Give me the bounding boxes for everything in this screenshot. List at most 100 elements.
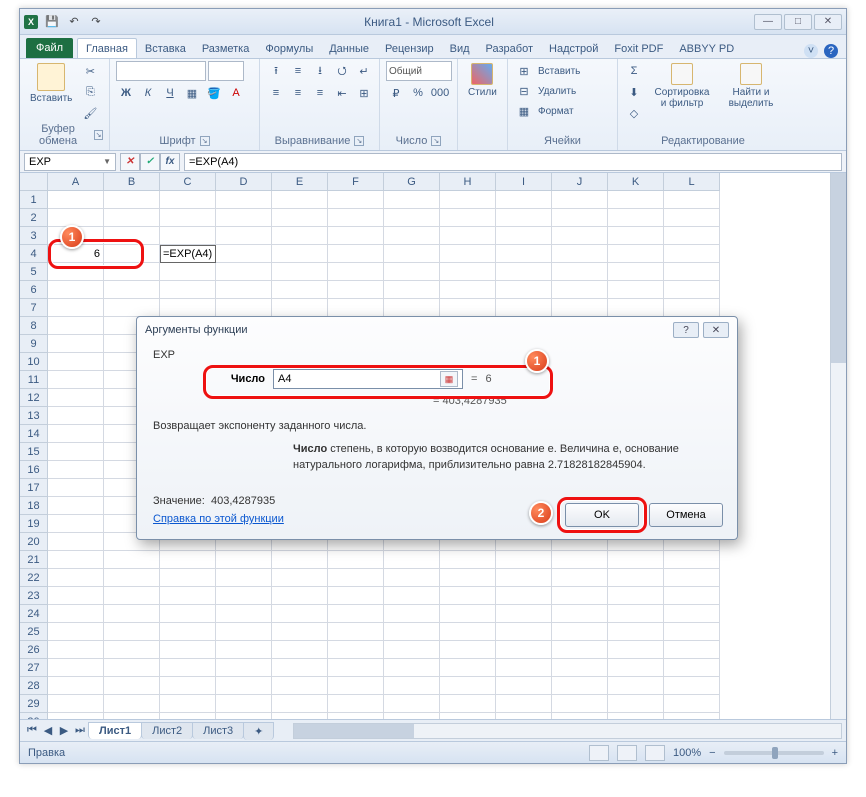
row-header[interactable]: 14 <box>20 425 48 443</box>
cell[interactable] <box>496 587 552 605</box>
range-selector-button[interactable]: ▦ <box>440 371 458 387</box>
cell[interactable] <box>608 551 664 569</box>
cell[interactable] <box>608 605 664 623</box>
copy-button[interactable]: ⎘ <box>80 82 100 102</box>
cell[interactable] <box>272 245 328 263</box>
cell[interactable] <box>160 191 216 209</box>
ok-button[interactable]: OK <box>565 503 639 527</box>
name-box[interactable]: EXP ▼ <box>24 153 116 171</box>
cell[interactable] <box>664 299 720 317</box>
percent-button[interactable]: % <box>408 83 428 103</box>
font-color-button[interactable]: A <box>226 83 246 103</box>
cell[interactable] <box>48 263 104 281</box>
cell[interactable] <box>160 659 216 677</box>
tab-file[interactable]: Файл <box>26 38 73 58</box>
cell[interactable] <box>272 587 328 605</box>
cell[interactable] <box>104 551 160 569</box>
row-header[interactable]: 17 <box>20 479 48 497</box>
row-header[interactable]: 28 <box>20 677 48 695</box>
close-button[interactable]: ✕ <box>814 14 842 30</box>
cell[interactable] <box>48 551 104 569</box>
col-header[interactable]: C <box>160 173 216 191</box>
cell[interactable] <box>328 695 384 713</box>
cell[interactable] <box>552 191 608 209</box>
cell[interactable] <box>104 677 160 695</box>
cell[interactable] <box>440 587 496 605</box>
cell[interactable] <box>440 695 496 713</box>
row-header[interactable]: 20 <box>20 533 48 551</box>
cell[interactable] <box>664 569 720 587</box>
cell[interactable] <box>272 605 328 623</box>
cell[interactable] <box>104 695 160 713</box>
cell[interactable] <box>496 281 552 299</box>
row-header[interactable]: 6 <box>20 281 48 299</box>
row-header[interactable]: 9 <box>20 335 48 353</box>
cell[interactable] <box>440 209 496 227</box>
wrap-button[interactable]: ↵ <box>354 61 374 81</box>
cell[interactable] <box>48 407 104 425</box>
cell[interactable] <box>104 659 160 677</box>
cell[interactable] <box>664 605 720 623</box>
cell[interactable] <box>384 641 440 659</box>
cell[interactable] <box>216 191 272 209</box>
row-header[interactable]: 18 <box>20 497 48 515</box>
cell[interactable] <box>160 641 216 659</box>
tab-home[interactable]: Главная <box>77 38 137 58</box>
number-format-combo[interactable]: Общий <box>386 61 452 81</box>
vertical-scrollbar[interactable] <box>830 173 846 719</box>
row-header[interactable]: 8 <box>20 317 48 335</box>
tab-formulas[interactable]: Формулы <box>257 39 321 58</box>
cell[interactable] <box>272 299 328 317</box>
row-header[interactable]: 5 <box>20 263 48 281</box>
cell[interactable] <box>216 659 272 677</box>
cell[interactable] <box>384 551 440 569</box>
cell[interactable] <box>608 569 664 587</box>
minimize-button[interactable]: — <box>754 14 782 30</box>
cell[interactable] <box>552 659 608 677</box>
cancel-button[interactable]: Отмена <box>649 503 723 527</box>
cell[interactable] <box>440 227 496 245</box>
cell[interactable] <box>216 209 272 227</box>
cell[interactable] <box>496 569 552 587</box>
merge-button[interactable]: ⊞ <box>354 83 374 103</box>
tab-view[interactable]: Вид <box>442 39 478 58</box>
tab-layout[interactable]: Разметка <box>194 39 258 58</box>
zoom-in-button[interactable]: + <box>832 747 838 759</box>
insert-cells-button[interactable]: ⊞ <box>514 61 534 81</box>
cell[interactable] <box>328 569 384 587</box>
arg-number-input[interactable]: A4 ▦ <box>273 369 463 389</box>
maximize-button[interactable]: □ <box>784 14 812 30</box>
styles-button[interactable]: Стили <box>464 61 501 100</box>
cell[interactable] <box>440 569 496 587</box>
cell[interactable] <box>384 623 440 641</box>
cell[interactable] <box>608 713 664 719</box>
cell[interactable] <box>104 281 160 299</box>
formula-input[interactable]: =EXP(A4) <box>184 153 842 171</box>
cell[interactable] <box>48 695 104 713</box>
cell[interactable] <box>440 245 496 263</box>
cell[interactable] <box>440 659 496 677</box>
cell[interactable] <box>384 587 440 605</box>
cell[interactable] <box>216 227 272 245</box>
cell[interactable] <box>328 299 384 317</box>
row-header[interactable]: 15 <box>20 443 48 461</box>
cell[interactable] <box>608 623 664 641</box>
cell[interactable] <box>48 281 104 299</box>
cell[interactable] <box>216 605 272 623</box>
cell[interactable] <box>608 641 664 659</box>
cell[interactable] <box>48 317 104 335</box>
cell[interactable] <box>496 245 552 263</box>
cell[interactable] <box>216 299 272 317</box>
cell[interactable] <box>664 623 720 641</box>
sheet-tab[interactable]: Лист2 <box>141 722 193 739</box>
format-painter-button[interactable]: 🖌 <box>80 103 100 123</box>
cell[interactable] <box>440 605 496 623</box>
row-header[interactable]: 1 <box>20 191 48 209</box>
qat-undo-button[interactable]: ↶ <box>66 14 82 30</box>
sort-filter-button[interactable]: Сортировка и фильтр <box>648 61 716 111</box>
italic-button[interactable]: К <box>138 83 158 103</box>
cell[interactable] <box>328 605 384 623</box>
align-top-button[interactable]: ⭱ <box>266 61 286 81</box>
align-middle-button[interactable]: ≡ <box>288 61 308 81</box>
border-button[interactable]: ▦ <box>182 83 202 103</box>
